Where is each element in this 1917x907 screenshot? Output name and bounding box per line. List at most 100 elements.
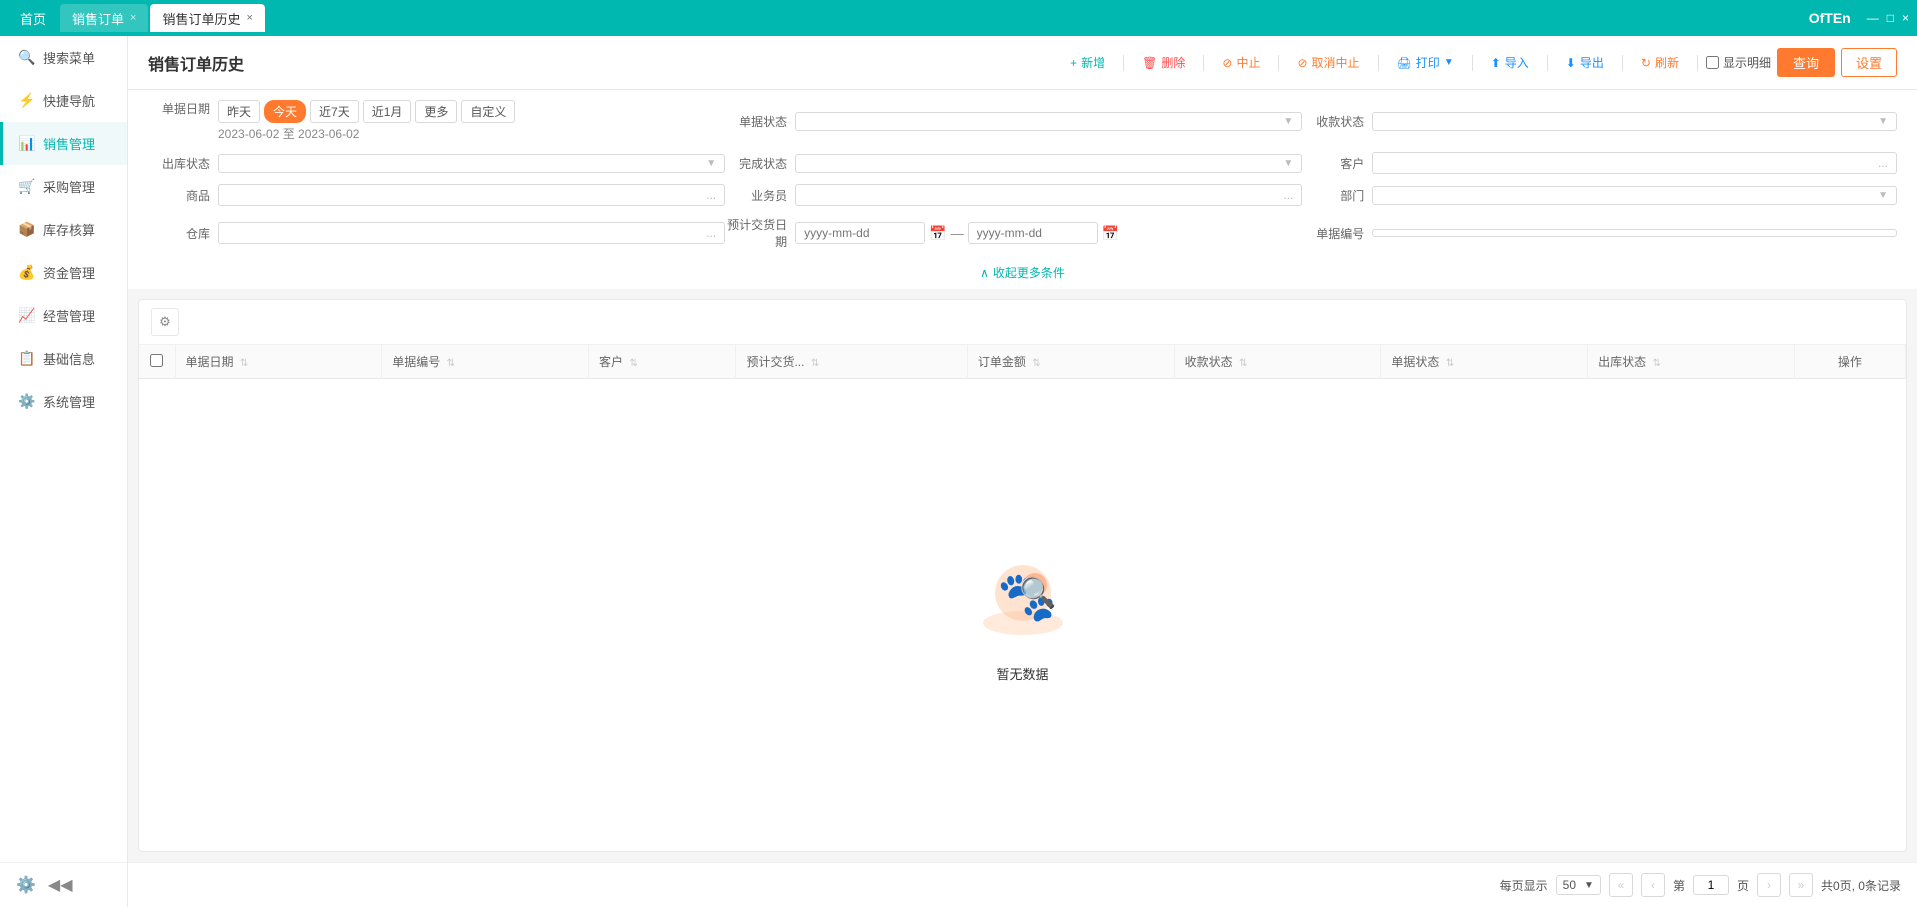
customer-ellipsis[interactable]: ... — [1878, 156, 1888, 170]
sidebar-item-sales-mgmt[interactable]: 📊 销售管理 — [0, 122, 127, 165]
tab-home[interactable]: 首页 — [8, 4, 58, 32]
page-go-label: 第 — [1673, 877, 1685, 894]
next-page-button[interactable]: › — [1757, 873, 1781, 897]
delete-label: 删除 — [1161, 54, 1185, 71]
new-button[interactable]: + 新增 — [1060, 50, 1115, 75]
refresh-button[interactable]: ↻ 刷新 — [1631, 50, 1689, 75]
import-icon: ⬆ — [1491, 56, 1501, 70]
export-label: 导出 — [1580, 54, 1604, 71]
sidebar-item-basic-info[interactable]: 📋 基础信息 — [0, 337, 127, 380]
setting-button[interactable]: 设置 — [1841, 48, 1897, 77]
salesman-ellipsis[interactable]: ... — [1283, 188, 1293, 202]
warehouse-input[interactable]: ... — [218, 222, 725, 244]
page-size-value: 50 — [1563, 878, 1576, 892]
expected-date-start[interactable] — [795, 222, 925, 244]
th-out-status[interactable]: 出库状态 ⇅ — [1588, 345, 1795, 379]
page-title: 销售订单历史 — [148, 51, 244, 87]
sidebar-item-purchase-mgmt[interactable]: 🛒 采购管理 — [0, 165, 127, 208]
tab-sales-order[interactable]: 销售订单 × — [60, 4, 148, 32]
select-all-checkbox[interactable] — [150, 354, 163, 367]
th-customer[interactable]: 客户 ⇅ — [588, 345, 735, 379]
sidebar-item-finance[interactable]: 💰 资金管理 — [0, 251, 127, 294]
sidebar-item-purchase-mgmt-label: 采购管理 — [43, 177, 95, 196]
stop-button[interactable]: ⊘ 中止 — [1212, 50, 1270, 75]
product-input[interactable]: ... — [218, 184, 725, 206]
date-btn-last7[interactable]: 近7天 — [310, 100, 359, 123]
tab-sales-history[interactable]: 销售订单历史 × — [150, 4, 264, 32]
query-button[interactable]: 查询 — [1777, 48, 1835, 77]
cancel-stop-label: 取消中止 — [1312, 54, 1360, 71]
customer-input[interactable]: ... — [1372, 152, 1897, 174]
sidebar-item-ops-mgmt-label: 经营管理 — [43, 306, 95, 325]
out-status-label: 出库状态 — [148, 155, 218, 172]
show-detail-checkbox[interactable] — [1706, 56, 1719, 69]
bill-status-select[interactable]: ▼ — [795, 112, 1302, 131]
th-bill-status[interactable]: 单据状态 ⇅ — [1381, 345, 1588, 379]
expected-date-wrap: 📅 — 📅 — [795, 222, 1119, 244]
date-btn-today[interactable]: 今天 — [264, 100, 306, 123]
out-status-cell: 出库状态 ▼ — [148, 154, 725, 173]
sidebar-settings-icon[interactable]: ⚙️ — [16, 875, 36, 895]
date-btn-yesterday[interactable]: 昨天 — [218, 100, 260, 123]
cal-icon-start[interactable]: 📅 — [929, 225, 946, 242]
first-page-button[interactable]: « — [1609, 873, 1633, 897]
sidebar-item-inventory[interactable]: 📦 库存核算 — [0, 208, 127, 251]
cancel-stop-button[interactable]: ⊘ 取消中止 — [1287, 50, 1369, 75]
last-page-button[interactable]: » — [1789, 873, 1813, 897]
import-button[interactable]: ⬆ 导入 — [1481, 50, 1539, 75]
sidebar-item-search-menu[interactable]: 🔍 搜索菜单 — [0, 36, 127, 79]
sort-icon-customer: ⇅ — [629, 358, 637, 369]
th-payment-status[interactable]: 收款状态 ⇅ — [1174, 345, 1381, 379]
out-status-select[interactable]: ▼ — [218, 154, 725, 173]
export-button[interactable]: ⬇ 导出 — [1556, 50, 1614, 75]
warehouse-label: 仓库 — [148, 225, 218, 242]
print-button[interactable]: 🖨 打印 ▼ — [1387, 50, 1464, 75]
filter-section: 单据日期 昨天 今天 近7天 近1月 更多 自定义 2023-06-02 至 2… — [128, 90, 1917, 289]
date-btn-custom[interactable]: 自定义 — [461, 100, 515, 123]
sales-mgmt-icon: 📊 — [19, 136, 35, 152]
sidebar-item-sys-mgmt[interactable]: ⚙️ 系统管理 — [0, 380, 127, 423]
expected-date-end[interactable] — [968, 222, 1098, 244]
filter-row-1: 单据日期 昨天 今天 近7天 近1月 更多 自定义 2023-06-02 至 2… — [148, 100, 1897, 142]
date-btn-more[interactable]: 更多 — [415, 100, 457, 123]
divider-1 — [1123, 55, 1124, 71]
tab-sales-order-close[interactable]: × — [130, 12, 136, 24]
bill-no-input[interactable] — [1372, 229, 1897, 237]
table-settings-icon[interactable]: ⚙ — [151, 308, 179, 336]
dept-select[interactable]: ▼ — [1372, 186, 1897, 205]
complete-status-label: 完成状态 — [725, 155, 795, 172]
finance-icon: 💰 — [19, 265, 35, 281]
page-size-select[interactable]: 50 ▼ — [1556, 875, 1601, 895]
sort-icon-bill-no: ⇅ — [447, 358, 455, 369]
close-window-button[interactable]: × — [1902, 11, 1909, 25]
cal-icon-end[interactable]: 📅 — [1102, 225, 1119, 242]
complete-status-select[interactable]: ▼ — [795, 154, 1302, 173]
th-expected-date[interactable]: 预计交货... ⇅ — [736, 345, 967, 379]
salesman-input[interactable]: ... — [795, 184, 1302, 206]
maximize-button[interactable]: □ — [1887, 11, 1894, 25]
th-bill-no[interactable]: 单据编号 ⇅ — [382, 345, 589, 379]
page-number-input[interactable] — [1693, 875, 1729, 895]
table-toolbar: ⚙ — [139, 300, 1906, 345]
sidebar-item-ops-mgmt[interactable]: 📈 经营管理 — [0, 294, 127, 337]
collapse-button[interactable]: ∧ 收起更多条件 — [148, 260, 1897, 285]
warehouse-ellipsis[interactable]: ... — [706, 226, 716, 240]
payment-status-select[interactable]: ▼ — [1372, 112, 1897, 131]
sidebar-item-quick-nav[interactable]: ⚡ 快捷导航 — [0, 79, 127, 122]
sidebar-collapse-icon[interactable]: ◀◀ — [48, 875, 73, 895]
product-ellipsis[interactable]: ... — [706, 188, 716, 202]
tab-sales-history-label: 销售订单历史 — [162, 9, 240, 28]
date-filter-control: 昨天 今天 近7天 近1月 更多 自定义 2023-06-02 至 2023-0… — [218, 100, 515, 142]
prev-page-button[interactable]: ‹ — [1641, 873, 1665, 897]
sidebar-item-search-label: 搜索菜单 — [43, 48, 95, 67]
minimize-button[interactable]: — — [1867, 11, 1879, 25]
collapse-label: 收起更多条件 — [993, 264, 1065, 281]
product-label: 商品 — [148, 187, 218, 204]
show-detail-label[interactable]: 显示明细 — [1706, 54, 1771, 71]
th-order-amount[interactable]: 订单金额 ⇅ — [967, 345, 1174, 379]
tab-sales-history-close[interactable]: × — [246, 12, 252, 24]
delete-button[interactable]: 🗑 删除 — [1132, 50, 1195, 75]
th-bill-date[interactable]: 单据日期 ⇅ — [175, 345, 382, 379]
payment-status-arrow: ▼ — [1878, 116, 1888, 127]
date-btn-last1m[interactable]: 近1月 — [363, 100, 412, 123]
